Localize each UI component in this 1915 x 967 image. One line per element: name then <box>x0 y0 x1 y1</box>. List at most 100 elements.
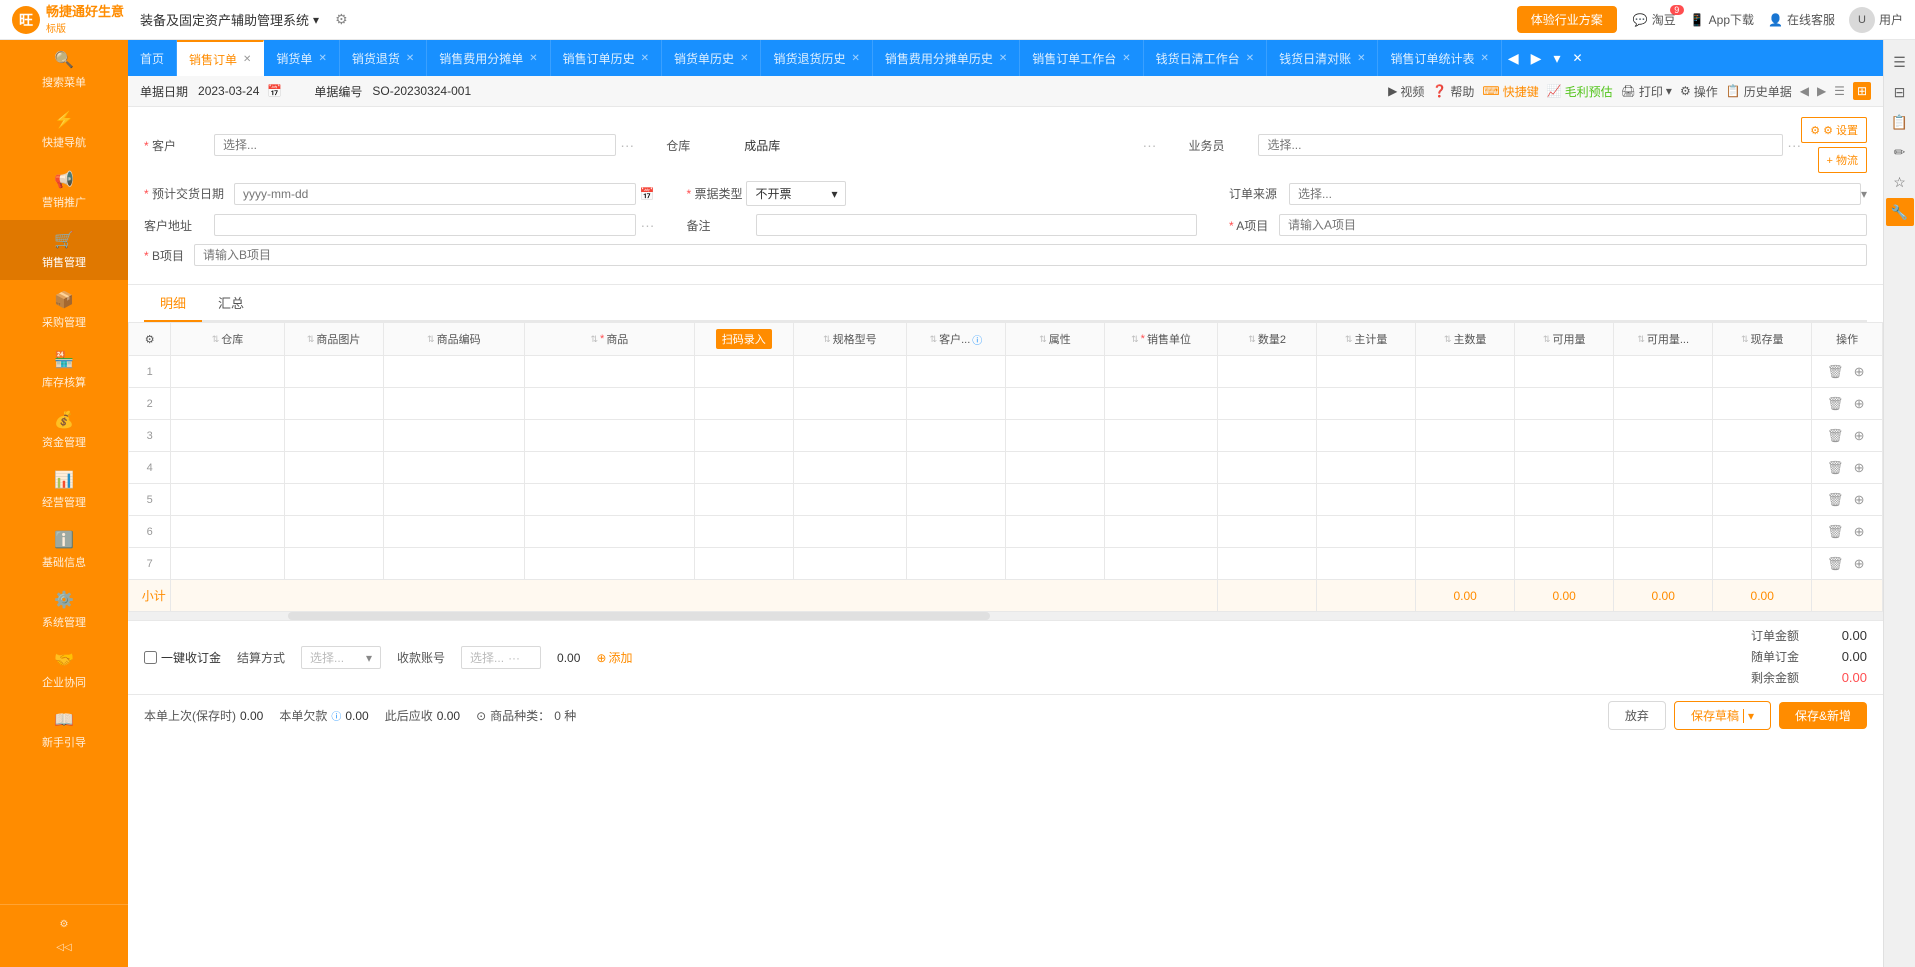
tab-expense-split-close[interactable]: ✕ <box>529 53 537 64</box>
sidebar-item-quick[interactable]: ⚡ 快捷导航 <box>0 100 128 160</box>
cell-warehouse-1[interactable] <box>171 356 284 388</box>
tab-sales-order[interactable]: 销售订单 ✕ <box>177 40 264 76</box>
tab-order-history-close[interactable]: ✕ <box>641 53 649 64</box>
cell-img-5[interactable] <box>284 484 383 516</box>
cell-avail-4[interactable] <box>1515 452 1614 484</box>
cell-unit-7[interactable] <box>1104 548 1217 580</box>
copy-row-3[interactable]: ⊕ <box>1849 426 1869 446</box>
nav-prev-icon[interactable]: ◀ <box>1800 84 1809 98</box>
right-panel-icon-2[interactable]: ⊟ <box>1886 78 1914 106</box>
cell-spec-5[interactable] <box>793 484 906 516</box>
delete-row-1[interactable]: 🗑 <box>1825 362 1845 382</box>
app-download-item[interactable]: 📱 App下载 <box>1690 11 1754 28</box>
cell-avail2-2[interactable] <box>1614 388 1713 420</box>
cell-attr-7[interactable] <box>1005 548 1104 580</box>
cell-code-1[interactable] <box>383 356 524 388</box>
user-item[interactable]: U 用户 <box>1849 7 1903 33</box>
tab-daily-reconcile[interactable]: 钱货日清对账 ✕ <box>1267 40 1378 76</box>
th-warehouse-sort[interactable]: ⇅ 仓库 <box>212 331 244 347</box>
cell-stock-6[interactable] <box>1713 516 1812 548</box>
cell-qty2-7[interactable] <box>1218 548 1317 580</box>
discard-btn[interactable]: 放弃 <box>1608 701 1666 730</box>
sidebar-item-inventory[interactable]: 🏪 库存核算 <box>0 340 128 400</box>
system-title-dropdown[interactable]: 装备及固定资产辅助管理系统 ▾ <box>132 10 319 29</box>
sidebar-item-system[interactable]: ⚙️ 系统管理 <box>0 580 128 640</box>
cell-ccode-4[interactable] <box>906 452 1005 484</box>
add-logistics-btn[interactable]: + 物流 <box>1818 147 1867 173</box>
cell-ccode-5[interactable] <box>906 484 1005 516</box>
cell-img-3[interactable] <box>284 420 383 452</box>
history-btn[interactable]: 📋 历史单据 <box>1726 83 1792 100</box>
salesperson-input[interactable] <box>1258 134 1783 156</box>
tab-sales-return[interactable]: 销货退货 ✕ <box>340 40 427 76</box>
cell-warehouse-2[interactable] <box>171 388 284 420</box>
sidebar-item-purchase[interactable]: 📦 采购管理 <box>0 280 128 340</box>
cell-mqty-2[interactable] <box>1416 388 1515 420</box>
tab-sales-return-close[interactable]: ✕ <box>406 53 414 64</box>
cell-unit-3[interactable] <box>1104 420 1217 452</box>
cell-unit-1[interactable] <box>1104 356 1217 388</box>
cell-munit-5[interactable] <box>1317 484 1416 516</box>
add-account-btn[interactable]: ⊕ 添加 <box>596 649 632 666</box>
cell-warehouse-7[interactable] <box>171 548 284 580</box>
tab-order-workspace-close[interactable]: ✕ <box>1122 53 1130 64</box>
cell-img-2[interactable] <box>284 388 383 420</box>
cell-stock-2[interactable] <box>1713 388 1812 420</box>
cell-mqty-7[interactable] <box>1416 548 1515 580</box>
cell-scan-4[interactable] <box>694 452 793 484</box>
save-draft-dropdown-icon[interactable]: ▾ <box>1743 709 1754 723</box>
address-input[interactable] <box>214 214 636 236</box>
invoice-select[interactable]: 不开票 ▾ <box>746 181 846 206</box>
cell-avail-7[interactable] <box>1515 548 1614 580</box>
warehouse-dots[interactable]: ··· <box>1142 137 1156 153</box>
delete-row-4[interactable]: 🗑 <box>1825 458 1845 478</box>
tab-daily-clear[interactable]: 钱货日清工作台 ✕ <box>1144 40 1267 76</box>
cell-img-6[interactable] <box>284 516 383 548</box>
copy-row-7[interactable]: ⊕ <box>1849 554 1869 574</box>
cell-avail2-1[interactable] <box>1614 356 1713 388</box>
tab-order-stats[interactable]: 销售订单统计表 ✕ <box>1378 40 1501 76</box>
quick-settle-label[interactable]: 一键收订金 <box>144 649 221 666</box>
cell-scan-2[interactable] <box>694 388 793 420</box>
cell-unit-4[interactable] <box>1104 452 1217 484</box>
cell-stock-5[interactable] <box>1713 484 1812 516</box>
tab-receipt-history-close[interactable]: ✕ <box>740 53 748 64</box>
sidebar-item-base[interactable]: ℹ️ 基础信息 <box>0 520 128 580</box>
delivery-input[interactable] <box>234 183 636 205</box>
cell-mqty-4[interactable] <box>1416 452 1515 484</box>
delete-row-7[interactable]: 🗑 <box>1825 554 1845 574</box>
right-panel-icon-6[interactable]: 🔧 <box>1886 198 1914 226</box>
view-toggle-list[interactable]: ☰ <box>1834 84 1845 98</box>
cell-qty2-3[interactable] <box>1218 420 1317 452</box>
cell-mqty-5[interactable] <box>1416 484 1515 516</box>
delivery-calendar-icon[interactable]: 📅 <box>640 187 655 201</box>
tab-summary[interactable]: 汇总 <box>202 285 260 320</box>
cell-munit-4[interactable] <box>1317 452 1416 484</box>
cell-stock-7[interactable] <box>1713 548 1812 580</box>
cell-img-4[interactable] <box>284 452 383 484</box>
cell-product-2[interactable] <box>525 388 695 420</box>
message-icon-item[interactable]: 💬 淘豆 9 <box>1633 11 1676 28</box>
cell-ccode-1[interactable] <box>906 356 1005 388</box>
tab-return-history-close[interactable]: ✕ <box>851 53 859 64</box>
customer-input[interactable] <box>214 134 616 156</box>
cell-qty2-4[interactable] <box>1218 452 1317 484</box>
online-service-item[interactable]: 👤 在线客服 <box>1768 11 1835 28</box>
nav-next-icon[interactable]: ▶ <box>1817 84 1826 98</box>
account-select[interactable]: 选择... ··· <box>461 646 541 669</box>
cell-spec-2[interactable] <box>793 388 906 420</box>
shortcut-btn[interactable]: ⌨ 快捷键 <box>1482 83 1538 100</box>
sidebar-collapse[interactable]: ◁◁ <box>0 936 128 959</box>
help-btn[interactable]: ❓ 帮助 <box>1432 83 1474 100</box>
calendar-icon[interactable]: 📅 <box>267 84 282 98</box>
cell-product-3[interactable] <box>525 420 695 452</box>
cell-product-7[interactable] <box>525 548 695 580</box>
copy-row-5[interactable]: ⊕ <box>1849 490 1869 510</box>
save-draft-btn[interactable]: 保存草稿 ▾ <box>1674 701 1771 730</box>
cell-attr-1[interactable] <box>1005 356 1104 388</box>
quick-settle-checkbox[interactable] <box>144 651 157 664</box>
a-project-input[interactable] <box>1279 214 1867 236</box>
tab-order-stats-close[interactable]: ✕ <box>1481 53 1489 64</box>
tab-sales-receipt-close[interactable]: ✕ <box>318 53 326 64</box>
tab-nav-more[interactable]: ▾ <box>1547 40 1566 76</box>
